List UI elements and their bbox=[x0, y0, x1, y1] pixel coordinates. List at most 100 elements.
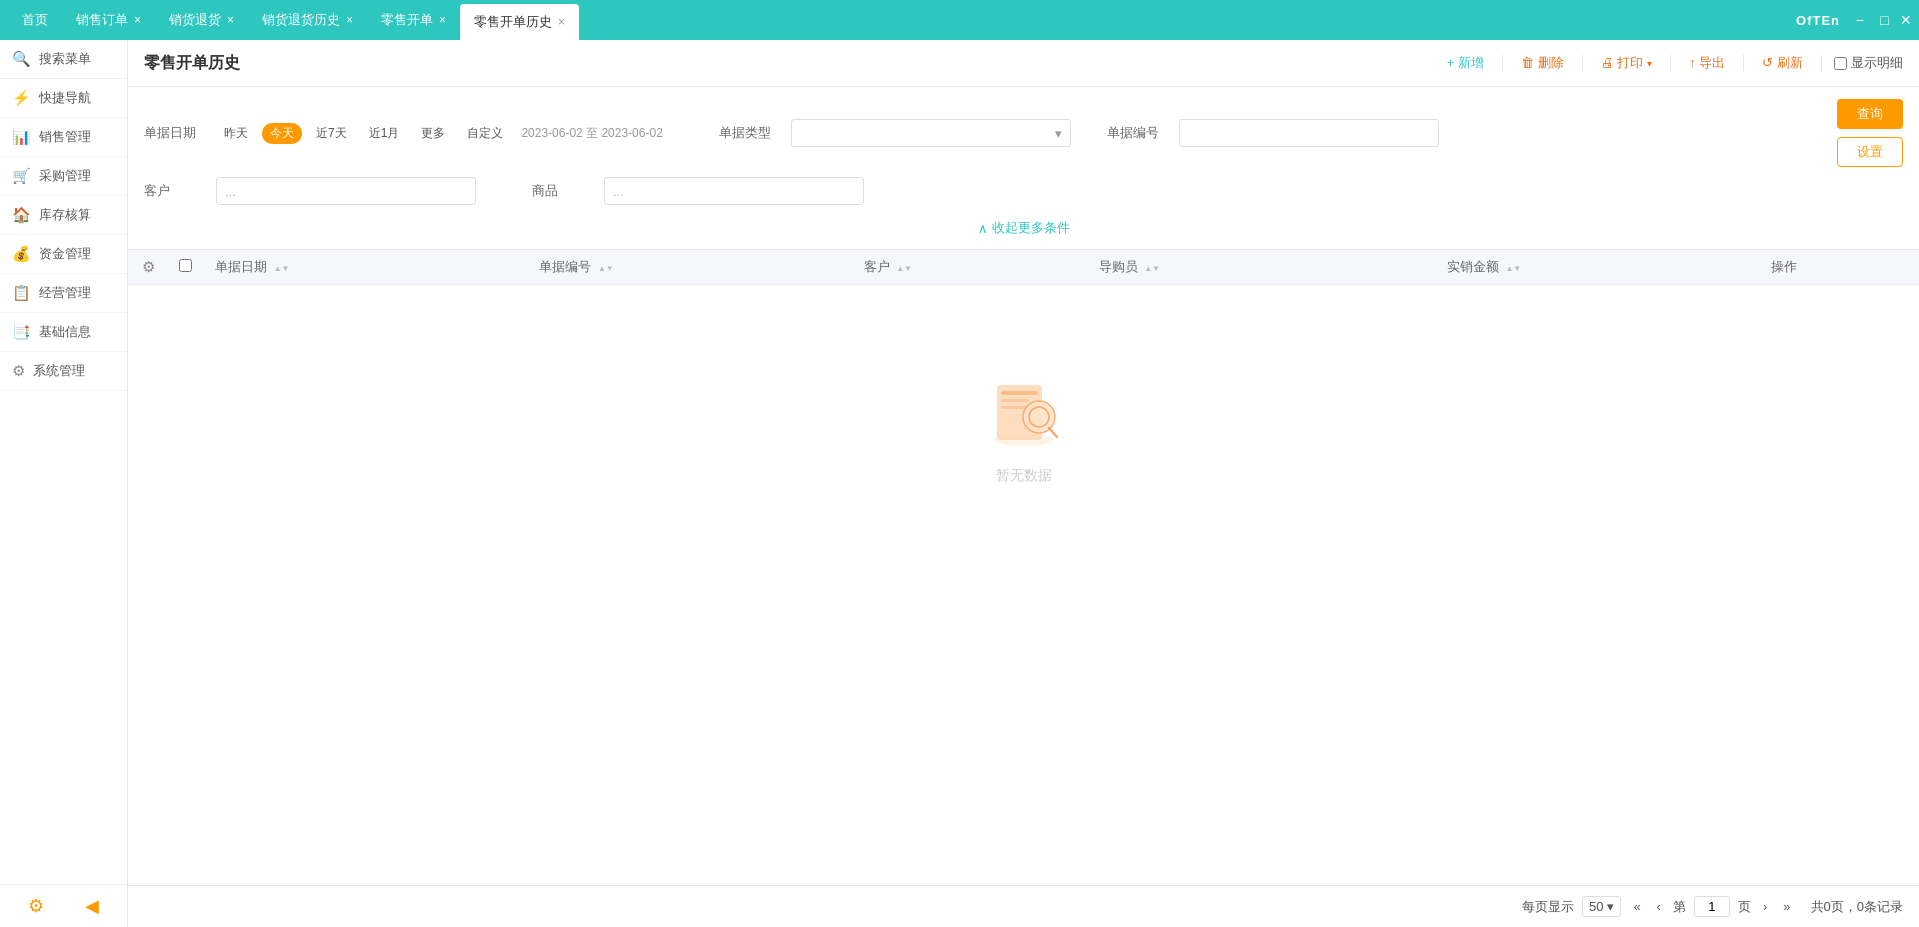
col-number-header[interactable]: 单据编号 ▲▼ bbox=[529, 250, 853, 285]
print-button[interactable]: 🖨 打印 ▾ bbox=[1595, 50, 1659, 76]
purchase-mgmt-icon: 🛒 bbox=[12, 167, 31, 185]
goods-filter-input[interactable]: ... bbox=[604, 177, 864, 205]
date-btn-7days[interactable]: 近7天 bbox=[308, 123, 355, 144]
date-btn-custom[interactable]: 自定义 bbox=[459, 123, 511, 144]
filter-row-1: 单据日期 昨天 今天 近7天 近1月 更多 自定义 2023-06-02 至 2… bbox=[144, 99, 1903, 167]
header-actions: + 新增 🗑 删除 🖨 打印 ▾ ↑ 导出 ↺ 刷新 显示明细 bbox=[1441, 50, 1903, 76]
table-header-row: ⚙ 单据日期 ▲▼ 单据编号 ▲▼ bbox=[128, 250, 1919, 285]
col-checkbox-header bbox=[169, 250, 205, 285]
select-all-checkbox[interactable] bbox=[179, 259, 192, 272]
col-amount-sort[interactable]: ▲▼ bbox=[1505, 264, 1521, 273]
number-filter-input[interactable] bbox=[1179, 119, 1439, 147]
sidebar-item-sales-mgmt[interactable]: 📊 销售管理 bbox=[0, 118, 127, 157]
col-number-sort[interactable]: ▲▼ bbox=[598, 264, 614, 273]
col-amount-label: 实销金额 bbox=[1447, 259, 1499, 274]
sidebar-item-purchase-mgmt[interactable]: 🛒 采购管理 bbox=[0, 157, 127, 196]
date-btn-today[interactable]: 今天 bbox=[262, 123, 302, 144]
tab-sales-return-history-close[interactable]: × bbox=[346, 13, 353, 27]
tab-retail-open-history-close[interactable]: × bbox=[558, 15, 565, 29]
col-guide-sort[interactable]: ▲▼ bbox=[1144, 264, 1160, 273]
sidebar-item-quick-nav[interactable]: ⚡ 快捷导航 bbox=[0, 79, 127, 118]
export-button[interactable]: ↑ 导出 bbox=[1683, 50, 1731, 76]
tab-bar: 首页 销售订单 × 销货退货 × 销货退货历史 × 零售开单 × 零售开单历史 … bbox=[0, 0, 1919, 40]
basic-info-icon: 📑 bbox=[12, 323, 31, 341]
collapse-sidebar-icon[interactable]: ◀ bbox=[85, 895, 99, 917]
col-empty-header bbox=[1368, 250, 1437, 285]
date-btn-1month[interactable]: 近1月 bbox=[361, 123, 408, 144]
tab-retail-open-close[interactable]: × bbox=[439, 13, 446, 27]
column-settings-icon[interactable]: ⚙ bbox=[138, 254, 159, 279]
tab-retail-open-history-label: 零售开单历史 bbox=[474, 13, 552, 31]
refresh-button[interactable]: ↺ 刷新 bbox=[1756, 50, 1809, 76]
col-guide-header[interactable]: 导购员 ▲▼ bbox=[1089, 250, 1369, 285]
col-actions-header: 操作 bbox=[1761, 250, 1919, 285]
date-buttons: 昨天 今天 近7天 近1月 更多 自定义 2023-06-02 至 2023-0… bbox=[216, 123, 663, 144]
print-dropdown-icon[interactable]: ▾ bbox=[1647, 58, 1652, 69]
customer-filter-input[interactable]: ... bbox=[216, 177, 476, 205]
page-prefix: 第 bbox=[1673, 898, 1686, 916]
divider-2 bbox=[1582, 55, 1583, 71]
next-page-btn[interactable]: › bbox=[1759, 897, 1771, 916]
window-min-btn[interactable]: － bbox=[1852, 10, 1868, 31]
setting-button[interactable]: 设置 bbox=[1837, 137, 1903, 167]
tab-sales-order-label: 销售订单 bbox=[76, 11, 128, 29]
type-filter-select[interactable]: ▾ bbox=[791, 119, 1071, 147]
page-size-value: 50 bbox=[1589, 899, 1603, 914]
col-customer-header[interactable]: 客户 ▲▼ bbox=[854, 250, 1089, 285]
date-btn-yesterday[interactable]: 昨天 bbox=[216, 123, 256, 144]
content-area: 零售开单历史 + 新增 🗑 删除 🖨 打印 ▾ ↑ 导出 ↺ 刷新 显示明细 bbox=[128, 40, 1919, 927]
delete-button[interactable]: 🗑 删除 bbox=[1515, 50, 1570, 76]
date-btn-more[interactable]: 更多 bbox=[413, 123, 453, 144]
last-page-btn[interactable]: » bbox=[1779, 897, 1794, 916]
page-size-select[interactable]: 50 ▾ bbox=[1582, 896, 1621, 917]
divider-5 bbox=[1821, 55, 1822, 71]
tab-sales-return-history-label: 销货退货历史 bbox=[262, 11, 340, 29]
sidebar-item-inventory[interactable]: 🏠 库存核算 bbox=[0, 196, 127, 235]
window-close-btn[interactable]: × bbox=[1900, 10, 1911, 31]
system-mgmt-icon: ⚙ bbox=[12, 362, 25, 380]
svg-line-7 bbox=[1049, 428, 1057, 437]
goods-placeholder: ... bbox=[613, 184, 624, 199]
tab-sales-return-history[interactable]: 销货退货历史 × bbox=[248, 0, 367, 40]
tab-retail-open[interactable]: 零售开单 × bbox=[367, 0, 460, 40]
svg-rect-2 bbox=[1001, 391, 1038, 395]
filter-area: 单据日期 昨天 今天 近7天 近1月 更多 自定义 2023-06-02 至 2… bbox=[128, 87, 1919, 250]
first-page-btn[interactable]: « bbox=[1629, 897, 1644, 916]
display-detail-checkbox[interactable]: 显示明细 bbox=[1834, 54, 1903, 72]
col-number-label: 单据编号 bbox=[539, 259, 591, 274]
divider-3 bbox=[1670, 55, 1671, 71]
sidebar-item-basic-info[interactable]: 📑 基础信息 bbox=[0, 313, 127, 352]
query-button[interactable]: 查询 bbox=[1837, 99, 1903, 129]
sidebar-item-finance[interactable]: 💰 资金管理 bbox=[0, 235, 127, 274]
col-customer-sort[interactable]: ▲▼ bbox=[896, 264, 912, 273]
sidebar-item-system-mgmt[interactable]: ⚙ 系统管理 bbox=[0, 352, 127, 391]
tab-sales-return[interactable]: 销货退货 × bbox=[155, 0, 248, 40]
collapse-label: 收起更多条件 bbox=[992, 219, 1070, 237]
tab-retail-open-history[interactable]: 零售开单历史 × bbox=[460, 4, 579, 40]
sidebar-item-quick-nav-label: 快捷导航 bbox=[39, 89, 91, 107]
tab-home[interactable]: 首页 bbox=[8, 0, 62, 40]
collapse-icon: ∧ bbox=[978, 221, 988, 236]
display-detail-input[interactable] bbox=[1834, 57, 1847, 70]
number-filter-label: 单据编号 bbox=[1107, 124, 1163, 142]
tab-sales-order-close[interactable]: × bbox=[134, 13, 141, 27]
print-label: 🖨 打印 bbox=[1601, 54, 1644, 72]
sidebar-item-inventory-label: 库存核算 bbox=[39, 206, 91, 224]
tab-sales-return-close[interactable]: × bbox=[227, 13, 234, 27]
settings-icon[interactable]: ⚙ bbox=[28, 895, 44, 917]
date-filter-label: 单据日期 bbox=[144, 124, 200, 142]
col-amount-header[interactable]: 实销金额 ▲▼ bbox=[1437, 250, 1761, 285]
tab-sales-order[interactable]: 销售订单 × bbox=[62, 0, 155, 40]
col-date-header[interactable]: 单据日期 ▲▼ bbox=[205, 250, 529, 285]
collapse-button[interactable]: ∧ 收起更多条件 bbox=[978, 219, 1070, 237]
sidebar-item-operations[interactable]: 📋 经营管理 bbox=[0, 274, 127, 313]
sidebar-search[interactable]: 🔍 搜索菜单 bbox=[0, 40, 127, 79]
add-button[interactable]: + 新增 bbox=[1441, 50, 1490, 76]
filter-action-area: 查询 设置 bbox=[1837, 99, 1903, 167]
col-date-sort[interactable]: ▲▼ bbox=[274, 264, 290, 273]
col-actions-label: 操作 bbox=[1771, 259, 1797, 274]
window-max-btn[interactable]: □ bbox=[1880, 12, 1888, 28]
prev-page-btn[interactable]: ‹ bbox=[1653, 897, 1665, 916]
col-settings-header: ⚙ bbox=[128, 250, 169, 285]
page-number-input[interactable] bbox=[1694, 896, 1730, 917]
